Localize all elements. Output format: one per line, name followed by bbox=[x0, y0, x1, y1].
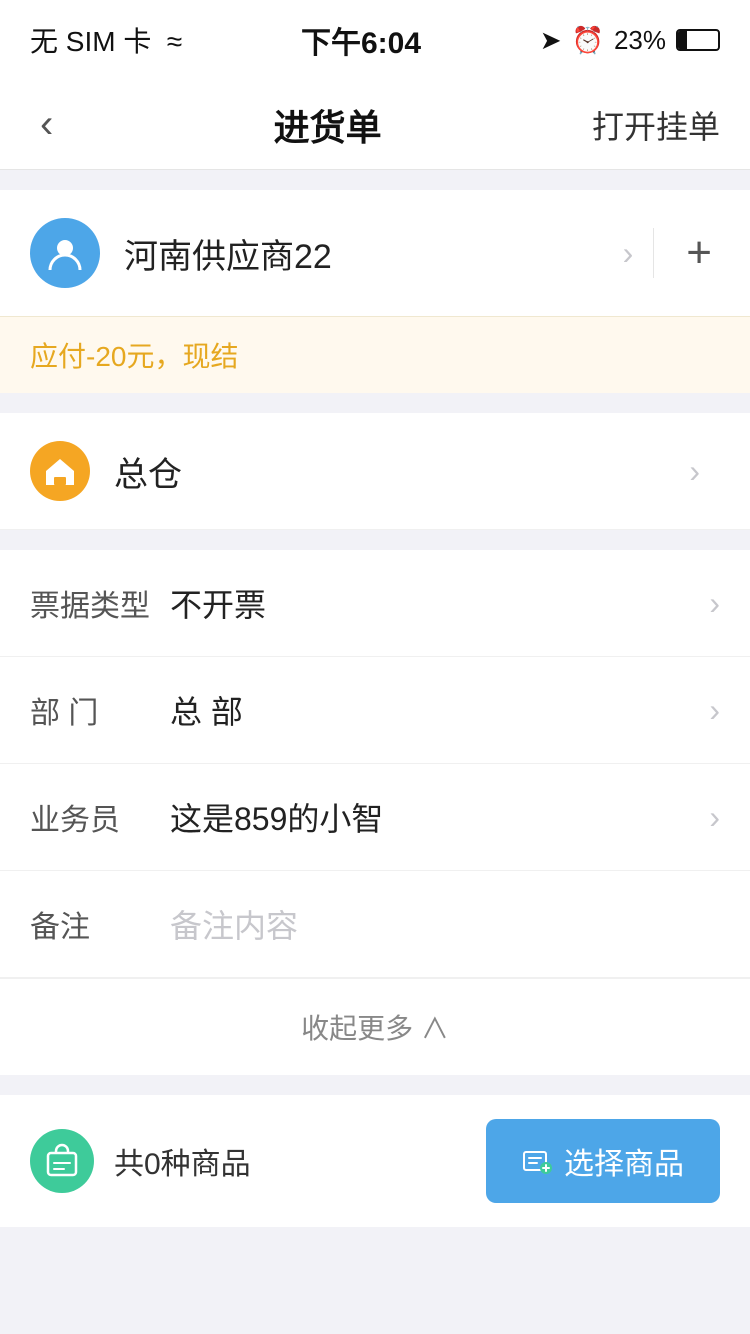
supplier-name: 河南供应商22 bbox=[124, 229, 623, 278]
sales-person-label: 业务员 bbox=[30, 795, 150, 839]
form-card: 票据类型 不开票 › 部 门 总 部 › 业务员 这是859的小智 › 备注 备… bbox=[0, 550, 750, 1075]
open-pending-button[interactable]: 打开挂单 bbox=[592, 102, 720, 148]
collapse-label: 收起更多 ∧ bbox=[301, 1013, 449, 1044]
status-time: 下午6:04 bbox=[301, 18, 421, 62]
sales-person-row[interactable]: 业务员 这是859的小智 › bbox=[0, 764, 750, 871]
vertical-divider bbox=[653, 228, 654, 278]
location-icon: ➤ bbox=[540, 25, 562, 56]
department-value: 总 部 bbox=[150, 687, 709, 733]
select-goods-button[interactable]: 选择商品 bbox=[486, 1119, 720, 1203]
status-left: 无 SIM 卡 ≈ bbox=[30, 20, 182, 60]
section-gap-1 bbox=[0, 170, 750, 190]
status-bar: 无 SIM 卡 ≈ 下午6:04 ➤ ⏰ 23% bbox=[0, 0, 750, 80]
remark-row[interactable]: 备注 备注内容 bbox=[0, 871, 750, 978]
supplier-avatar bbox=[30, 218, 100, 288]
supplier-card: 河南供应商22 › + 应付-20元，现结 bbox=[0, 190, 750, 393]
invoice-type-chevron-icon: › bbox=[709, 585, 720, 622]
status-right: ➤ ⏰ 23% bbox=[540, 25, 720, 56]
add-button[interactable]: + bbox=[678, 228, 720, 278]
department-row[interactable]: 部 门 总 部 › bbox=[0, 657, 750, 764]
notice-bar: 应付-20元，现结 bbox=[0, 316, 750, 393]
supplier-row[interactable]: 河南供应商22 › + bbox=[0, 190, 750, 316]
warehouse-name: 总仓 bbox=[114, 447, 689, 496]
battery-percent: 23% bbox=[614, 25, 666, 56]
remark-input[interactable]: 备注内容 bbox=[150, 901, 720, 947]
nav-bar: ‹ 进货单 打开挂单 bbox=[0, 80, 750, 170]
remark-label: 备注 bbox=[30, 902, 150, 946]
collapse-toggle[interactable]: 收起更多 ∧ bbox=[0, 978, 750, 1075]
sales-person-chevron-icon: › bbox=[709, 799, 720, 836]
warehouse-row[interactable]: 总仓 › bbox=[0, 413, 750, 530]
sales-person-value: 这是859的小智 bbox=[150, 794, 709, 840]
supplier-chevron-icon: › bbox=[623, 235, 634, 272]
invoice-type-value: 不开票 bbox=[150, 580, 709, 626]
section-gap-2 bbox=[0, 393, 750, 413]
goods-count-wrapper: 共0种商品 bbox=[30, 1129, 251, 1193]
alarm-icon: ⏰ bbox=[572, 25, 604, 56]
goods-count-text: 共0种商品 bbox=[114, 1139, 251, 1183]
warehouse-chevron-icon: › bbox=[689, 453, 700, 490]
invoice-type-row[interactable]: 票据类型 不开票 › bbox=[0, 550, 750, 657]
bottom-bar: 共0种商品 选择商品 bbox=[0, 1095, 750, 1227]
select-goods-label: 选择商品 bbox=[564, 1139, 684, 1183]
warehouse-icon bbox=[30, 441, 90, 501]
battery-indicator bbox=[676, 29, 720, 51]
page-title: 进货单 bbox=[274, 99, 382, 151]
invoice-type-label: 票据类型 bbox=[30, 581, 150, 625]
department-label: 部 门 bbox=[30, 688, 150, 732]
back-button[interactable]: ‹ bbox=[30, 92, 63, 157]
goods-icon bbox=[30, 1129, 94, 1193]
section-gap-3 bbox=[0, 530, 750, 550]
department-chevron-icon: › bbox=[709, 692, 720, 729]
notice-text: 应付-20元，现结 bbox=[30, 341, 238, 372]
